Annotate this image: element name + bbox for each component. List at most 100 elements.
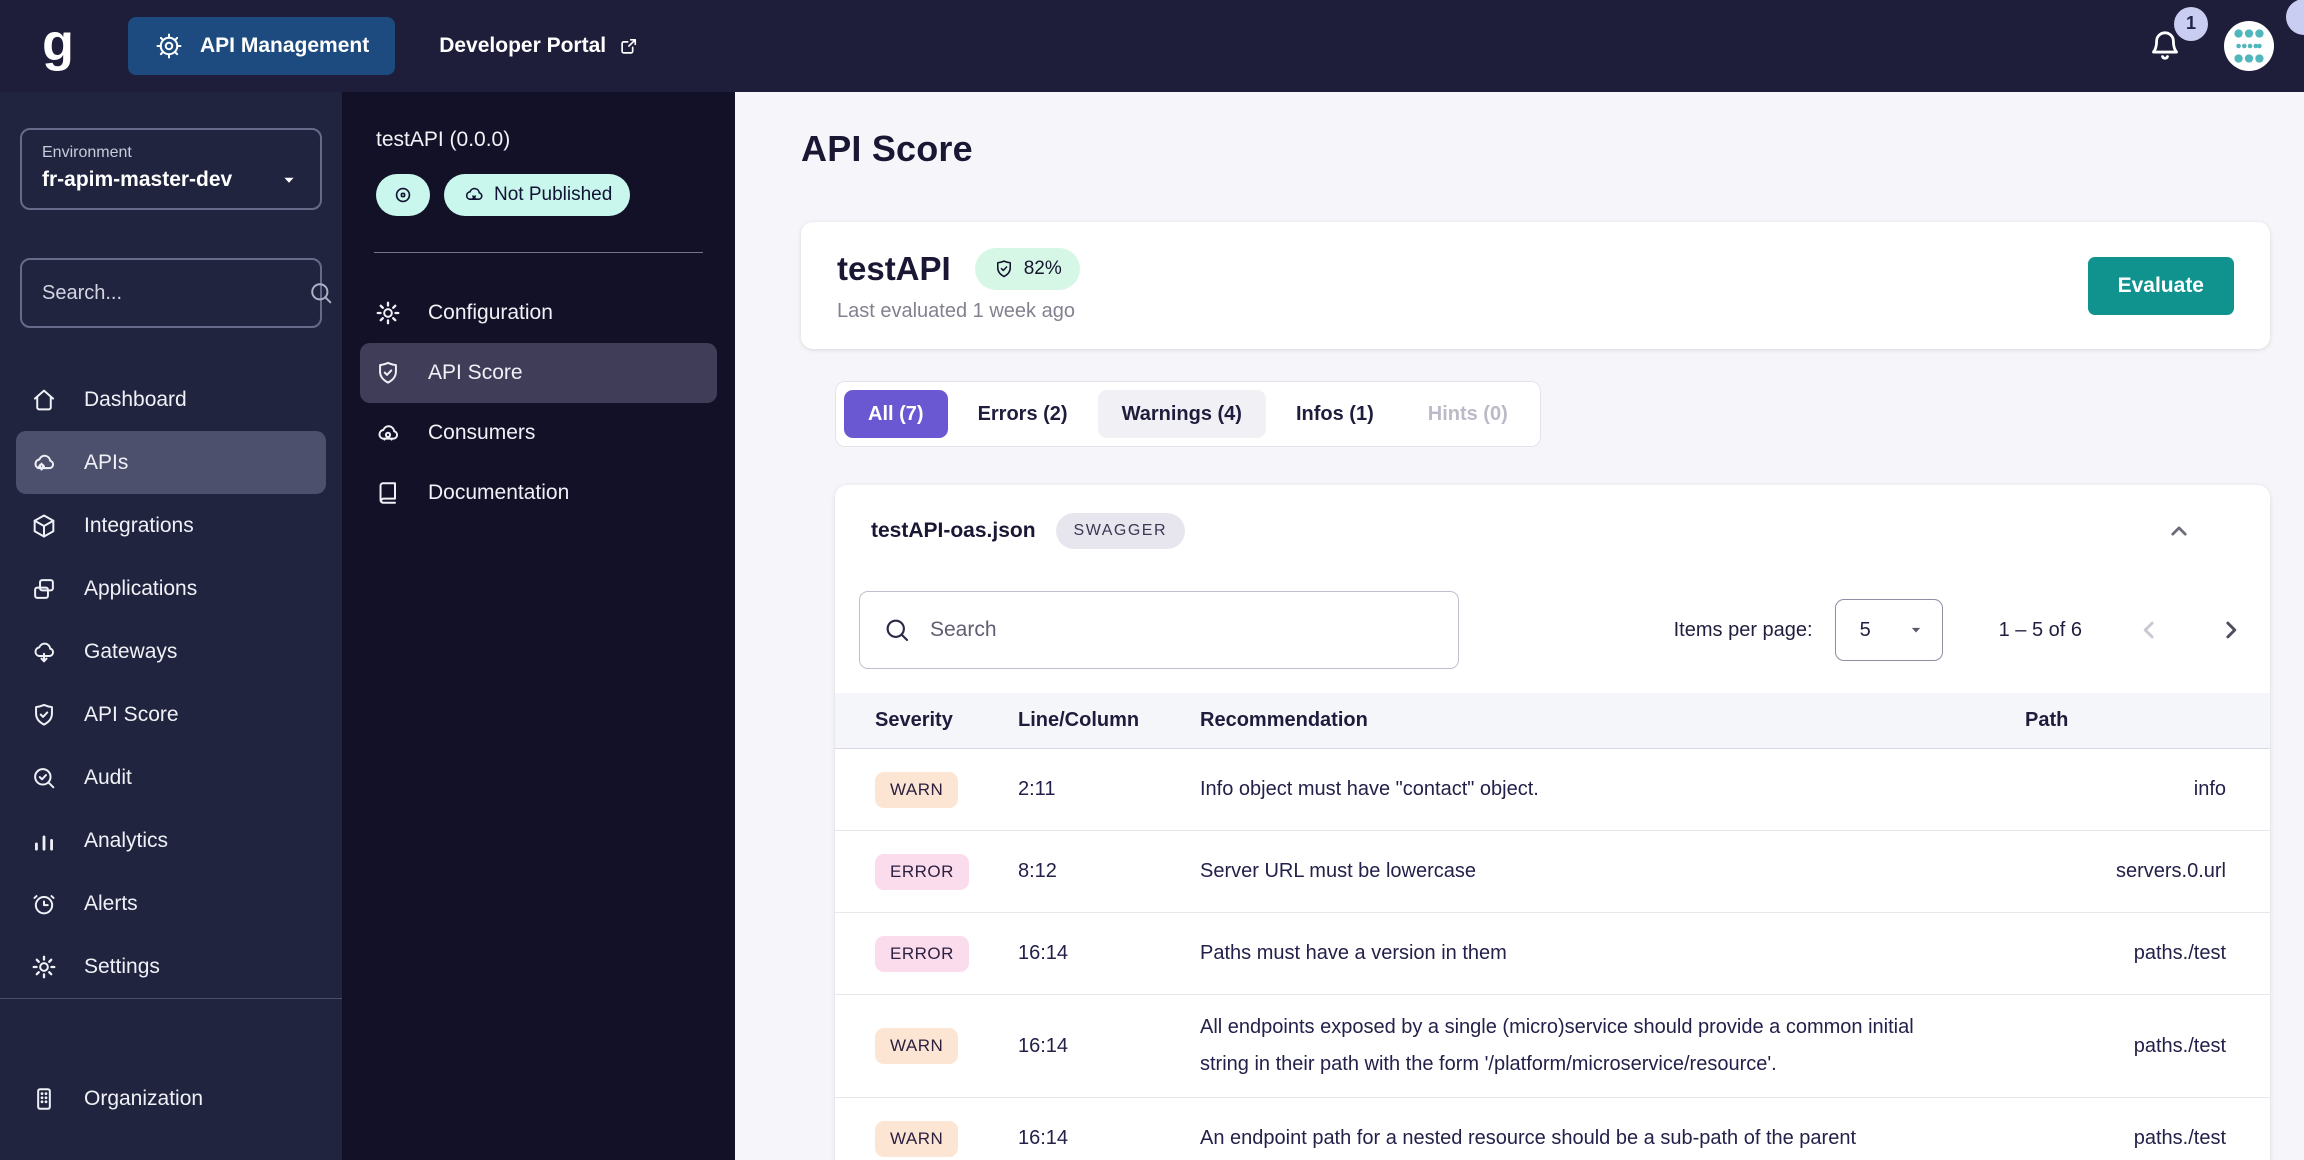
sidebar-item-integrations[interactable]: Integrations xyxy=(16,494,326,557)
next-page-icon[interactable] xyxy=(2216,615,2246,645)
external-link-icon xyxy=(618,35,640,57)
sidebar-item-label: Applications xyxy=(84,576,198,600)
alarm-icon xyxy=(30,890,58,918)
chevron-up-icon[interactable] xyxy=(2164,516,2194,546)
api-sidebar-divider xyxy=(374,252,703,253)
recommendation-cell: An endpoint path for a nested resource s… xyxy=(1200,1127,1857,1149)
previous-page-icon xyxy=(2134,615,2164,645)
sidebar-item-applications[interactable]: Applications xyxy=(16,557,326,620)
tab-errors-2[interactable]: Errors (2) xyxy=(954,390,1092,438)
line-column-cell: 16:14 xyxy=(1018,1127,1069,1149)
sidebar-bottom-nav: Organization xyxy=(16,1039,326,1160)
sidebar-divider xyxy=(0,998,342,999)
path-cell: paths./test xyxy=(2133,1127,2226,1149)
recommendation-cell: Info object must have "contact" object. xyxy=(1200,778,1539,800)
notifications-button[interactable]: 1 xyxy=(2144,6,2208,70)
cube-icon xyxy=(30,512,58,540)
sidebar-item-consumers[interactable]: Consumers xyxy=(360,403,717,463)
gravitee-logo[interactable]: g xyxy=(30,13,86,73)
main-content: API Score testAPI 82% Last evaluated 1 w… xyxy=(735,92,2304,1160)
pagination-range: 1 – 5 of 6 xyxy=(1998,618,2082,641)
column-path: Path xyxy=(2025,709,2069,731)
file-type-chip: SWAGGER xyxy=(1055,513,1186,549)
not-published-badge: Not Published xyxy=(444,174,631,216)
column-severity: Severity xyxy=(875,709,953,731)
sidebar-search-input[interactable] xyxy=(42,281,307,305)
sidebar-item-api-score[interactable]: API Score xyxy=(16,683,326,746)
environment-value: fr-apim-master-dev xyxy=(42,168,233,191)
sidebar-item-gateways[interactable]: Gateways xyxy=(16,620,326,683)
sidebar-item-label: Gateways xyxy=(84,639,178,663)
sidebar-item-label: Dashboard xyxy=(84,387,187,411)
table-header: Severity Line/Column Recommendation Path xyxy=(835,693,2270,749)
severity-badge: ERROR xyxy=(875,935,969,972)
sidebar-item-label: API Score xyxy=(428,361,523,384)
path-cell: paths./test xyxy=(2133,942,2226,964)
table-row: ERROR 8:12 Server URL must be lowercase … xyxy=(835,831,2270,913)
score-card: testAPI 82% Last evaluated 1 week ago Ev… xyxy=(801,222,2270,349)
api-name: testAPI xyxy=(837,250,951,287)
tab-hints-0: Hints (0) xyxy=(1427,402,1508,425)
table-body: WARN 2:11 Info object must have "contact… xyxy=(835,749,2270,1160)
sidebar-nav: Dashboard APIs Integrations Applications Gat… xyxy=(16,368,326,998)
sidebar-item-label: Audit xyxy=(84,765,132,789)
sidebar-item-label: Integrations xyxy=(84,513,194,537)
file-name: testAPI-oas.json xyxy=(871,519,1036,542)
severity-tabs: All (7) Errors (2) Warnings (4) Infos (1) Hi… xyxy=(835,381,1541,447)
score-value: 82% xyxy=(1023,258,1062,279)
evaluate-button[interactable]: Evaluate xyxy=(2087,256,2234,315)
search-icon xyxy=(307,279,335,307)
cloud-gear-icon xyxy=(30,449,58,477)
line-column-cell: 8:12 xyxy=(1018,860,1057,882)
cloud-person-icon xyxy=(374,419,402,447)
tab-warnings-4[interactable]: Warnings (4) xyxy=(1097,390,1266,438)
notification-count-badge: 1 xyxy=(2174,6,2208,41)
api-sidebar-nav: Configuration API Score Consumers Documenta… xyxy=(360,283,717,523)
magnifier-check-icon xyxy=(30,764,58,792)
path-cell: servers.0.url xyxy=(2115,860,2226,882)
sidebar-item-label: Configuration xyxy=(428,301,553,324)
tab-all-7[interactable]: All (7) xyxy=(844,390,948,438)
sidebar-item-dashboard[interactable]: Dashboard xyxy=(16,368,326,431)
environment-selector[interactable]: Environment fr-apim-master-dev xyxy=(20,128,322,210)
table-search-input[interactable] xyxy=(930,618,1436,642)
severity-badge: WARN xyxy=(875,1028,959,1064)
developer-portal-link[interactable]: Developer Portal xyxy=(439,34,640,58)
line-column-cell: 16:14 xyxy=(1018,942,1069,964)
shield-check-icon xyxy=(30,701,58,729)
sidebar-item-audit[interactable]: Audit xyxy=(16,746,326,809)
sidebar-item-documentation[interactable]: Documentation xyxy=(360,463,717,523)
target-icon xyxy=(392,184,414,206)
items-per-page-select[interactable]: 5 xyxy=(1834,599,1943,661)
sidebar-item-label: Analytics xyxy=(84,828,169,852)
gear-icon xyxy=(30,953,58,981)
home-icon xyxy=(30,386,58,414)
sidebar-item-alerts[interactable]: Alerts xyxy=(16,872,326,935)
sidebar-item-api-score[interactable]: API Score xyxy=(360,343,717,403)
sidebar-item-label: Alerts xyxy=(84,891,138,915)
user-avatar[interactable] xyxy=(2224,0,2304,71)
severity-badge: WARN xyxy=(875,771,959,808)
cloud-x-icon xyxy=(462,183,486,207)
sidebar-item-configuration[interactable]: Configuration xyxy=(360,283,717,343)
last-evaluated: Last evaluated 1 week ago xyxy=(837,300,1075,322)
table-row: WARN 2:11 Info object must have "contact… xyxy=(835,749,2270,831)
bar-chart-icon xyxy=(30,827,58,855)
tab-infos-1[interactable]: Infos (1) xyxy=(1272,390,1398,438)
api-management-button[interactable]: API Management xyxy=(128,17,396,75)
developer-portal-label: Developer Portal xyxy=(439,34,607,57)
items-per-page-value: 5 xyxy=(1859,618,1871,641)
sidebar-item-apis[interactable]: APIs xyxy=(16,431,326,494)
sidebar-item-analytics[interactable]: Analytics xyxy=(16,809,326,872)
caret-down-icon xyxy=(1906,620,1926,640)
sidebar-item-label: Documentation xyxy=(428,481,570,504)
recommendation-cell: Server URL must be lowercase xyxy=(1200,860,1477,882)
avatar-status-dot xyxy=(2286,0,2304,35)
cloud-arrow-icon xyxy=(30,638,58,666)
items-per-page-label: Items per page: xyxy=(1673,618,1813,641)
severity-badge: WARN xyxy=(875,1120,959,1157)
sidebar-item-settings[interactable]: Settings xyxy=(16,935,326,998)
sidebar-item-organization[interactable]: Organization xyxy=(16,1067,326,1130)
shield-check-icon xyxy=(374,359,402,387)
book-icon xyxy=(374,479,402,507)
